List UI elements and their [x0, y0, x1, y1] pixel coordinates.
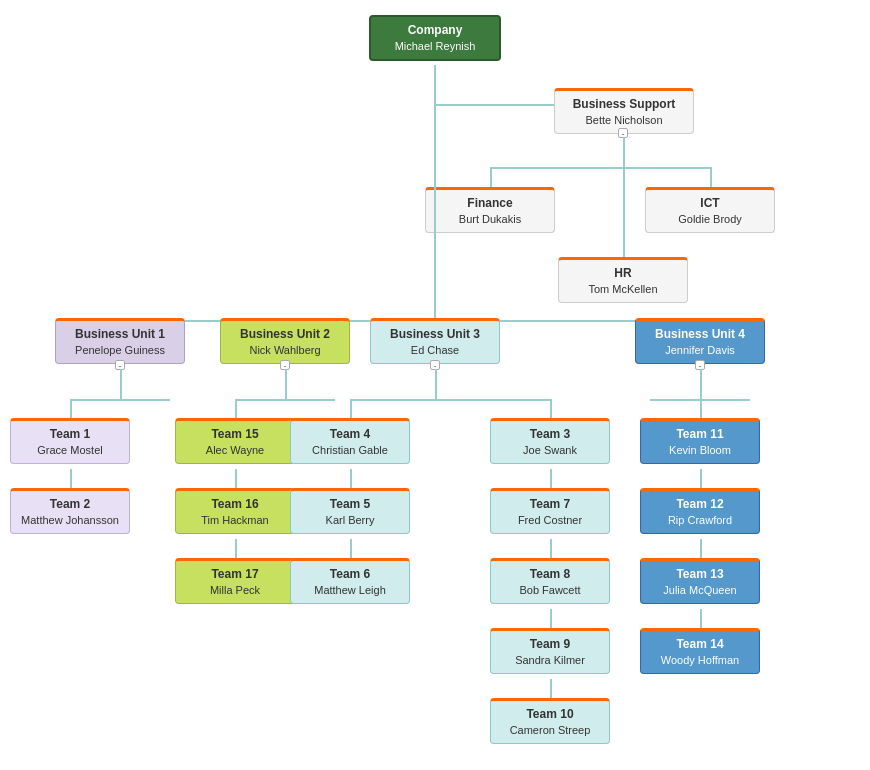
team10-node[interactable]: Team 10 Cameron Streep [490, 698, 610, 744]
team13-title: Team 13 [649, 567, 751, 583]
team17-node[interactable]: Team 17 Milla Peck [175, 558, 295, 604]
team12-sub: Rip Crawford [649, 513, 751, 527]
bu2-title: Business Unit 2 [229, 327, 341, 343]
team8-node[interactable]: Team 8 Bob Fawcett [490, 558, 610, 604]
ict-sub: Goldie Brody [654, 212, 766, 226]
team16-sub: Tim Hackman [184, 513, 286, 527]
team17-sub: Milla Peck [184, 583, 286, 597]
finance-node[interactable]: Finance Burt Dukakis [425, 187, 555, 233]
team10-sub: Cameron Streep [499, 723, 601, 737]
team8-title: Team 8 [499, 567, 601, 583]
team15-sub: Alec Wayne [184, 443, 286, 457]
team5-sub: Karl Berry [299, 513, 401, 527]
team9-sub: Sandra Kilmer [499, 653, 601, 667]
ict-node[interactable]: ICT Goldie Brody [645, 187, 775, 233]
team15-title: Team 15 [184, 427, 286, 443]
team7-node[interactable]: Team 7 Fred Costner [490, 488, 610, 534]
bs-sub: Bette Nicholson [563, 113, 685, 127]
team2-node[interactable]: Team 2 Matthew Johansson [10, 488, 130, 534]
team17-title: Team 17 [184, 567, 286, 583]
team1-sub: Grace Mostel [19, 443, 121, 457]
bu3-node[interactable]: Business Unit 3 Ed Chase [370, 318, 500, 364]
team13-node[interactable]: Team 13 Julia McQueen [640, 558, 760, 604]
team14-node[interactable]: Team 14 Woody Hoffman [640, 628, 760, 674]
team14-sub: Woody Hoffman [649, 653, 751, 667]
team13-sub: Julia McQueen [649, 583, 751, 597]
team3-sub: Joe Swank [499, 443, 601, 457]
bu2-sub: Nick Wahlberg [229, 343, 341, 357]
finance-title: Finance [434, 196, 546, 212]
hr-sub: Tom McKellen [567, 282, 679, 296]
team4-node[interactable]: Team 4 Christian Gable [290, 418, 410, 464]
team14-title: Team 14 [649, 637, 751, 653]
team15-node[interactable]: Team 15 Alec Wayne [175, 418, 295, 464]
team9-node[interactable]: Team 9 Sandra Kilmer [490, 628, 610, 674]
team16-node[interactable]: Team 16 Tim Hackman [175, 488, 295, 534]
bu1-node[interactable]: Business Unit 1 Penelope Guiness [55, 318, 185, 364]
finance-sub: Burt Dukakis [434, 212, 546, 226]
bs-title: Business Support [563, 97, 685, 113]
bu4-title: Business Unit 4 [644, 327, 756, 343]
company-node[interactable]: Company Michael Reynish [369, 15, 501, 61]
team1-title: Team 1 [19, 427, 121, 443]
team8-sub: Bob Fawcett [499, 583, 601, 597]
team10-title: Team 10 [499, 707, 601, 723]
business-support-node[interactable]: Business Support Bette Nicholson [554, 88, 694, 134]
team6-node[interactable]: Team 6 Matthew Leigh [290, 558, 410, 604]
bu3-title: Business Unit 3 [379, 327, 491, 343]
team12-title: Team 12 [649, 497, 751, 513]
org-chart: Company Michael Reynish Business Support… [0, 0, 870, 30]
bu4-sub: Jennifer Davis [644, 343, 756, 357]
hr-node[interactable]: HR Tom McKellen [558, 257, 688, 303]
bu2-node[interactable]: Business Unit 2 Nick Wahlberg [220, 318, 350, 364]
team11-sub: Kevin Bloom [649, 443, 751, 457]
team2-sub: Matthew Johansson [19, 513, 121, 527]
team7-title: Team 7 [499, 497, 601, 513]
team3-title: Team 3 [499, 427, 601, 443]
bu3-sub: Ed Chase [379, 343, 491, 357]
team5-node[interactable]: Team 5 Karl Berry [290, 488, 410, 534]
team2-title: Team 2 [19, 497, 121, 513]
hr-title: HR [567, 266, 679, 282]
team7-sub: Fred Costner [499, 513, 601, 527]
ict-title: ICT [654, 196, 766, 212]
bu4-node[interactable]: Business Unit 4 Jennifer Davis [635, 318, 765, 364]
bu1-title: Business Unit 1 [64, 327, 176, 343]
team1-node[interactable]: Team 1 Grace Mostel [10, 418, 130, 464]
team16-title: Team 16 [184, 497, 286, 513]
team12-node[interactable]: Team 12 Rip Crawford [640, 488, 760, 534]
team5-title: Team 5 [299, 497, 401, 513]
team3-node[interactable]: Team 3 Joe Swank [490, 418, 610, 464]
team11-node[interactable]: Team 11 Kevin Bloom [640, 418, 760, 464]
team6-sub: Matthew Leigh [299, 583, 401, 597]
company-sub: Michael Reynish [379, 39, 491, 53]
team9-title: Team 9 [499, 637, 601, 653]
team6-title: Team 6 [299, 567, 401, 583]
team4-sub: Christian Gable [299, 443, 401, 457]
bu1-sub: Penelope Guiness [64, 343, 176, 357]
team4-title: Team 4 [299, 427, 401, 443]
team11-title: Team 11 [649, 427, 751, 443]
company-title: Company [379, 23, 491, 39]
